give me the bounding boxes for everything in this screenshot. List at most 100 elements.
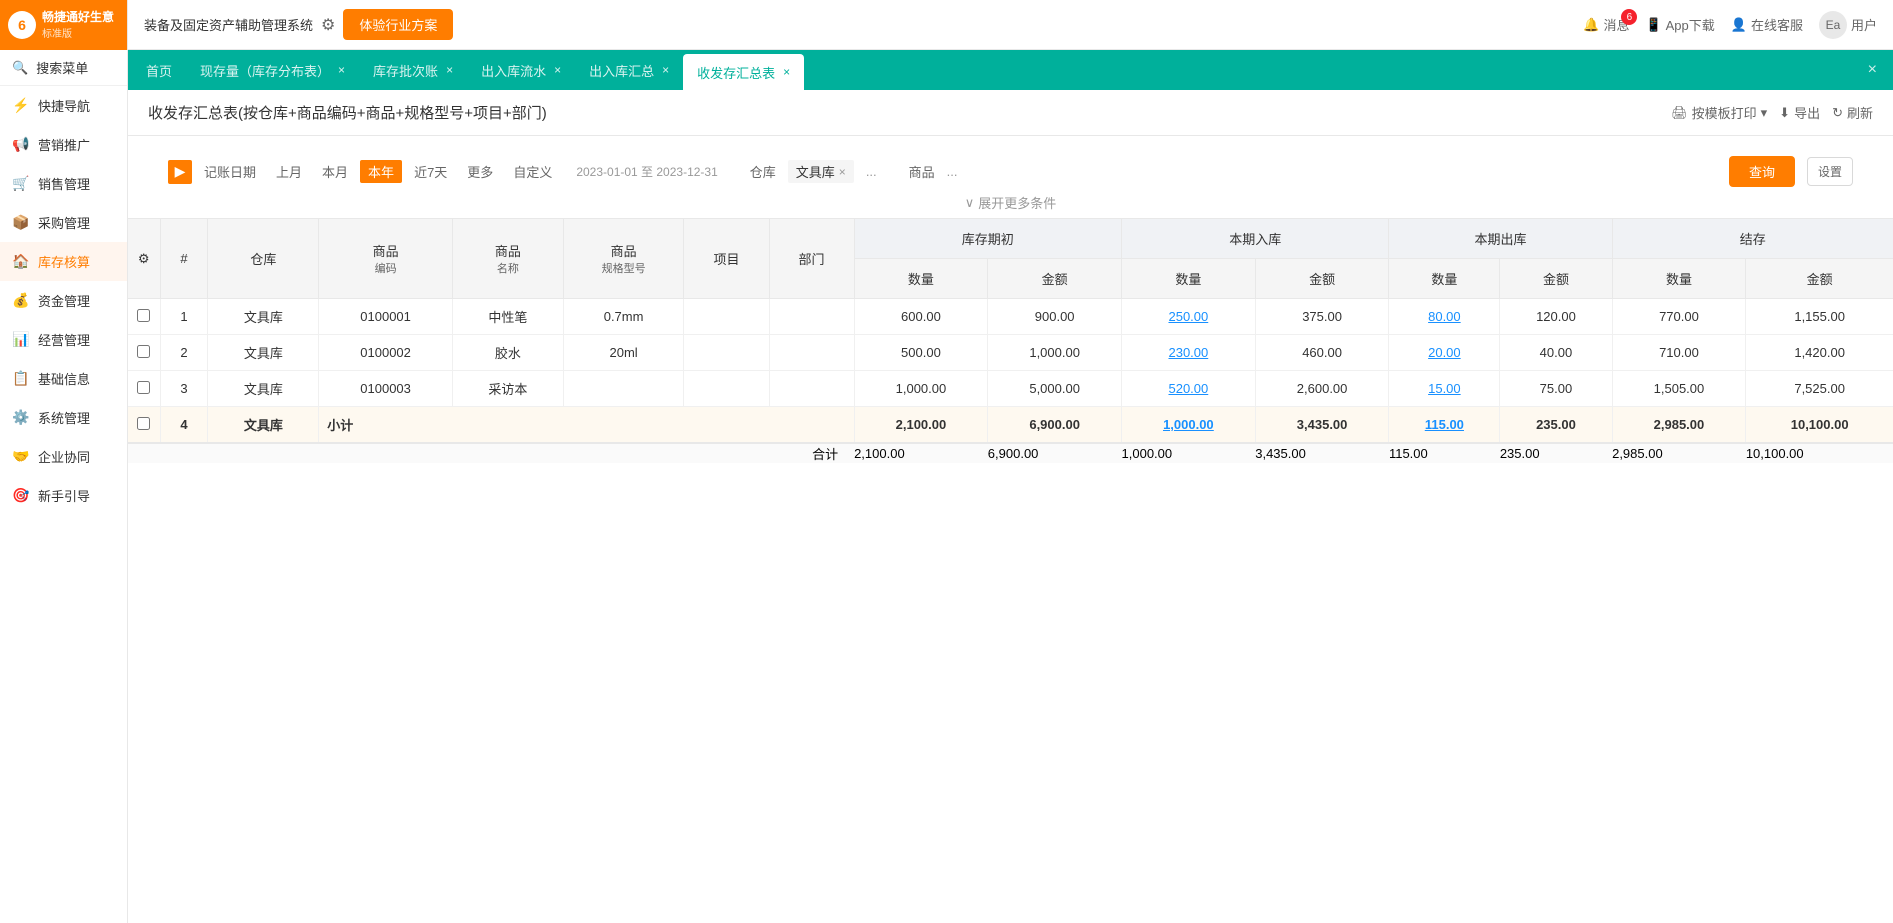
sidebar-item-label: 基础信息 <box>38 369 90 388</box>
footer-label: 合计 <box>128 443 854 463</box>
date-btn-更多[interactable]: 更多 <box>459 160 501 183</box>
sidebar-item-guide[interactable]: 🎯新手引导 <box>0 476 127 515</box>
chevron-down-icon: ∨ <box>965 195 975 211</box>
settings-icon[interactable]: ⚙ <box>321 15 335 35</box>
row-index: 2 <box>160 335 208 371</box>
row-goods-spec: 20ml <box>563 335 684 371</box>
date-range-label: 2023-01-01 至 2023-12-31 <box>576 163 717 180</box>
tab-recv-send-summary[interactable]: 收发存汇总表× <box>683 54 804 90</box>
date-btn-本月[interactable]: 本月 <box>314 160 356 183</box>
export-button[interactable]: ⬇ 导出 <box>1779 103 1820 122</box>
filter-expand-button[interactable]: ▶ <box>168 160 192 184</box>
th-warehouse: 仓库 <box>208 219 319 299</box>
th-opening-amt: 金额 <box>988 259 1122 299</box>
th-opening-qty: 数量 <box>854 259 988 299</box>
tab-close-recv-send-summary[interactable]: × <box>783 65 790 79</box>
service-icon: 👤 <box>1731 17 1747 33</box>
sidebar-item-marketing[interactable]: 📢营销推广 <box>0 125 127 164</box>
th-goods-code: 商品编码 <box>319 219 453 299</box>
bell-icon: 🔔 <box>1583 17 1599 33</box>
sidebar-search[interactable]: 🔍 搜索菜单 <box>0 50 127 86</box>
service-label: 在线客服 <box>1751 15 1803 34</box>
row-out-qty[interactable]: 15.00 <box>1389 371 1500 407</box>
close-all-tabs-button[interactable]: × <box>1856 61 1889 79</box>
row-out-qty[interactable]: 80.00 <box>1389 299 1500 335</box>
row-in-qty[interactable]: 250.00 <box>1122 299 1256 335</box>
row-goods-code: 0100003 <box>319 371 453 407</box>
date-filter-group: 上月本月本年近7天更多自定义 <box>268 160 560 183</box>
row-warehouse: 文具库 <box>208 299 319 335</box>
brand-name: 畅捷通好生意 <box>42 10 114 26</box>
th-in-amt: 金额 <box>1255 259 1389 299</box>
sidebar-item-label: 营销推广 <box>38 135 90 154</box>
expand-conditions-btn[interactable]: ∨ 展开更多条件 <box>148 187 1873 218</box>
online-service-button[interactable]: 👤 在线客服 <box>1731 15 1803 34</box>
th-index: # <box>160 219 208 299</box>
row-balance-qty: 770.00 <box>1612 299 1746 335</box>
sidebar-item-inventory[interactable]: 🏠库存核算 <box>0 242 127 281</box>
tab-in-out-flow[interactable]: 出入库流水 × <box>467 50 575 90</box>
warehouse-tag-text: 文具库 <box>796 162 835 181</box>
sidebar-item-system[interactable]: ⚙️系统管理 <box>0 398 127 437</box>
chevron-down-icon: ▾ <box>1761 105 1768 121</box>
subtotal-index: 4 <box>160 407 208 444</box>
warehouse-tag-close[interactable]: × <box>839 165 846 179</box>
goods-more[interactable]: ... <box>947 164 958 179</box>
sidebar-item-quick-nav[interactable]: ⚡快捷导航 <box>0 86 127 125</box>
sidebar-item-purchase[interactable]: 📦 采购管理 <box>0 203 127 242</box>
date-btn-本年[interactable]: 本年 <box>360 160 402 183</box>
subtotal-in-amt: 3,435.00 <box>1255 407 1389 444</box>
date-btn-近7天[interactable]: 近7天 <box>406 160 455 183</box>
row-in-qty[interactable]: 230.00 <box>1122 335 1256 371</box>
date-btn-自定义[interactable]: 自定义 <box>505 160 560 183</box>
row-checkbox[interactable] <box>128 299 160 335</box>
sidebar-item-basic-info[interactable]: 📋 基础信息 <box>0 359 127 398</box>
th-in-qty: 数量 <box>1122 259 1256 299</box>
refresh-button[interactable]: ↻ 刷新 <box>1832 103 1873 122</box>
row-checkbox[interactable] <box>128 335 160 371</box>
system-icon: ⚙️ <box>12 409 30 427</box>
sidebar-item-label: 销售管理 <box>38 174 90 193</box>
sidebar-item-label: 企业协同 <box>38 447 90 466</box>
th-settings[interactable]: ⚙ <box>128 219 160 299</box>
th-group-in: 本期入库 <box>1122 219 1389 259</box>
basic-info-icon: 📋 <box>12 370 30 388</box>
purchase-icon: 📦 <box>12 214 30 232</box>
tab-batch-account[interactable]: 库存批次账 × <box>359 50 467 90</box>
app-download-button[interactable]: 📱 App下载 <box>1645 15 1714 34</box>
tab-label: 库存批次账 <box>373 61 438 80</box>
query-button[interactable]: 查询 <box>1729 156 1795 187</box>
tab-close-inventory-dist[interactable]: × <box>338 63 345 77</box>
try-button[interactable]: 体验行业方案 <box>343 9 453 40</box>
tab-in-out-summary[interactable]: 出入库汇总× <box>575 50 683 90</box>
sidebar-item-operation[interactable]: 📊经营管理 <box>0 320 127 359</box>
subtotal-out-qty[interactable]: 115.00 <box>1389 407 1500 444</box>
tab-home[interactable]: 首页 <box>132 50 186 90</box>
row-out-qty[interactable]: 20.00 <box>1389 335 1500 371</box>
filter-settings-button[interactable]: 设置 <box>1807 157 1853 186</box>
sidebar-item-cooperation[interactable]: 🤝企业协同 <box>0 437 127 476</box>
notifications-button[interactable]: 🔔 消息 6 <box>1583 15 1629 34</box>
user-menu[interactable]: Ea 用户 <box>1819 11 1877 39</box>
print-button[interactable]: 🖨 按模板打印 ▾ <box>1671 103 1767 122</box>
warehouse-more[interactable]: ... <box>866 164 877 179</box>
sidebar-item-label: 采购管理 <box>38 213 90 232</box>
row-goods-name: 胶水 <box>452 335 563 371</box>
row-opening-qty: 500.00 <box>854 335 988 371</box>
sidebar-item-finance[interactable]: 💰资金管理 <box>0 281 127 320</box>
tab-close-in-out-flow[interactable]: × <box>554 63 561 77</box>
row-checkbox[interactable] <box>128 371 160 407</box>
row-in-qty[interactable]: 520.00 <box>1122 371 1256 407</box>
tab-close-batch-account[interactable]: × <box>446 63 453 77</box>
footer-opening-amt: 6,900.00 <box>988 443 1122 463</box>
footer-balance-amt: 10,100.00 <box>1746 443 1893 463</box>
sidebar-item-sales[interactable]: 🛒销售管理 <box>0 164 127 203</box>
tab-close-in-out-summary[interactable]: × <box>662 63 669 77</box>
tab-label: 出入库流水 <box>481 61 546 80</box>
subtotal-in-qty[interactable]: 1,000.00 <box>1122 407 1256 444</box>
subtotal-checkbox[interactable] <box>128 407 160 444</box>
tab-inventory-dist[interactable]: 现存量（库存分布表）× <box>186 50 359 90</box>
sidebar-brand: 畅捷通好生意 标准版 <box>42 10 114 41</box>
topbar-right: 🔔 消息 6 📱 App下载 👤 在线客服 Ea 用户 <box>1583 11 1877 39</box>
date-btn-上月[interactable]: 上月 <box>268 160 310 183</box>
